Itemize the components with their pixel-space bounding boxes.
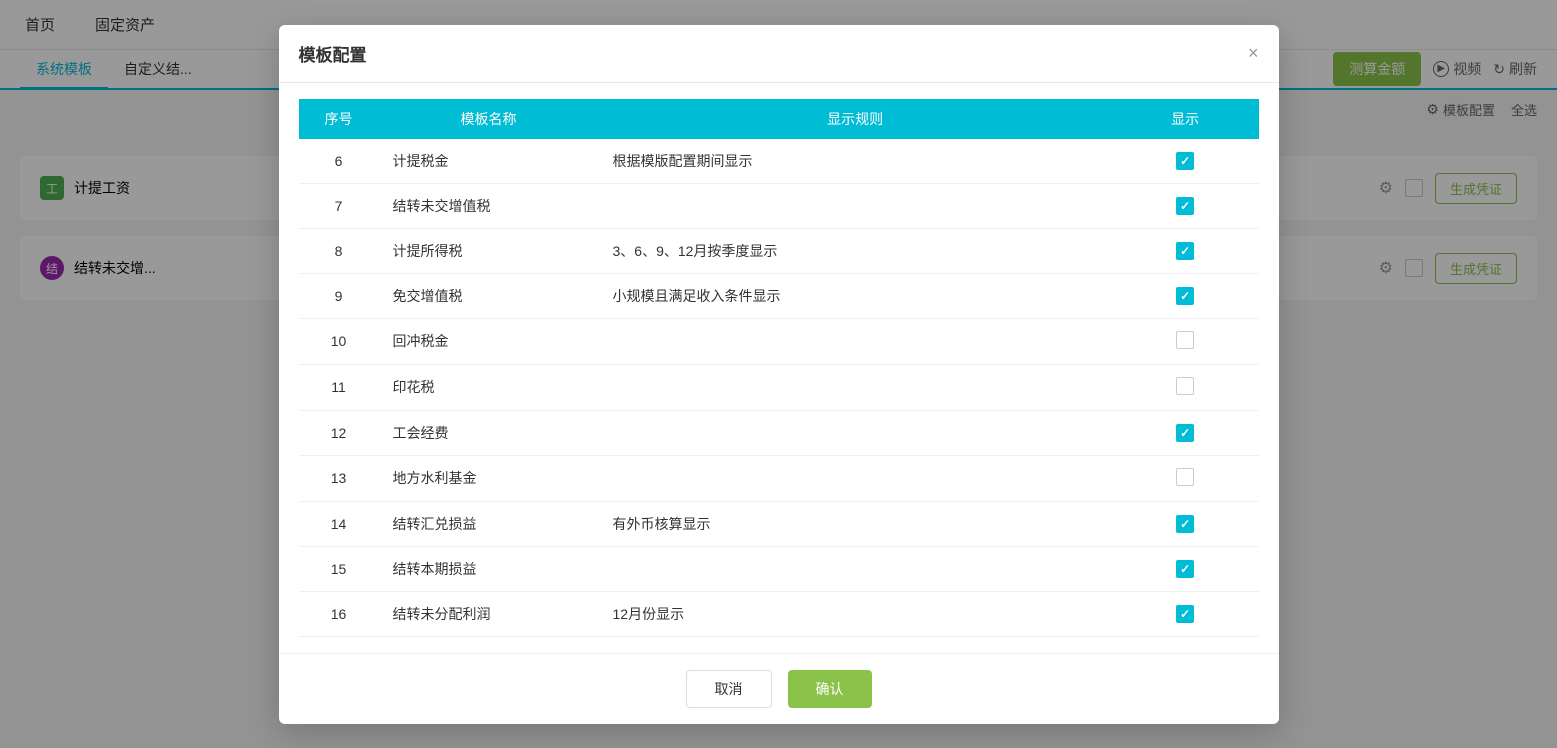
table-row: 6计提税金根据模版配置期间显示 bbox=[299, 139, 1259, 184]
table-row: 11印花税 bbox=[299, 364, 1259, 410]
table-row: 15结转本期损益 bbox=[299, 546, 1259, 591]
checkbox-3[interactable] bbox=[1176, 287, 1194, 305]
config-table: 序号 模板名称 显示规则 显示 6计提税金根据模版配置期间显示7结转未交增值税8… bbox=[299, 99, 1259, 637]
cell-id-0: 6 bbox=[299, 139, 379, 184]
table-row: 13地方水利基金 bbox=[299, 455, 1259, 501]
modal-footer: 取消 确认 bbox=[279, 653, 1279, 724]
cell-check-2 bbox=[1112, 228, 1259, 273]
checkbox-2[interactable] bbox=[1176, 242, 1194, 260]
checkbox-9[interactable] bbox=[1176, 560, 1194, 578]
cell-rule-7 bbox=[599, 455, 1112, 501]
checkbox-6[interactable] bbox=[1176, 424, 1194, 442]
table-body: 6计提税金根据模版配置期间显示7结转未交增值税8计提所得税3、6、9、12月按季… bbox=[299, 139, 1259, 637]
cell-check-7 bbox=[1112, 455, 1259, 501]
table-row: 16结转未分配利润12月份显示 bbox=[299, 591, 1259, 636]
cell-id-7: 13 bbox=[299, 455, 379, 501]
cell-rule-6 bbox=[599, 410, 1112, 455]
cell-check-10 bbox=[1112, 591, 1259, 636]
col-header-rule: 显示规则 bbox=[599, 99, 1112, 139]
modal-body: 序号 模板名称 显示规则 显示 6计提税金根据模版配置期间显示7结转未交增值税8… bbox=[279, 83, 1279, 653]
table-row: 10回冲税金 bbox=[299, 318, 1259, 364]
table-row: 12工会经费 bbox=[299, 410, 1259, 455]
cell-id-6: 12 bbox=[299, 410, 379, 455]
cell-name-6: 工会经费 bbox=[379, 410, 599, 455]
cell-name-4: 回冲税金 bbox=[379, 318, 599, 364]
cell-id-10: 16 bbox=[299, 591, 379, 636]
cell-id-2: 8 bbox=[299, 228, 379, 273]
cell-rule-10: 12月份显示 bbox=[599, 591, 1112, 636]
cell-name-2: 计提所得税 bbox=[379, 228, 599, 273]
checkbox-8[interactable] bbox=[1176, 515, 1194, 533]
cell-check-8 bbox=[1112, 501, 1259, 546]
template-config-modal: 模板配置 × 序号 模板名称 显示规则 显示 6计提税金根据模版配置期间显示7结… bbox=[279, 25, 1279, 724]
cell-id-9: 15 bbox=[299, 546, 379, 591]
cell-rule-0: 根据模版配置期间显示 bbox=[599, 139, 1112, 184]
cell-rule-4 bbox=[599, 318, 1112, 364]
table-row: 8计提所得税3、6、9、12月按季度显示 bbox=[299, 228, 1259, 273]
cell-name-9: 结转本期损益 bbox=[379, 546, 599, 591]
checkbox-1[interactable] bbox=[1176, 197, 1194, 215]
col-header-id: 序号 bbox=[299, 99, 379, 139]
cancel-button[interactable]: 取消 bbox=[686, 670, 772, 708]
col-header-display: 显示 bbox=[1112, 99, 1259, 139]
cell-id-1: 7 bbox=[299, 183, 379, 228]
modal-title: 模板配置 bbox=[299, 41, 367, 66]
cell-check-0 bbox=[1112, 139, 1259, 184]
checkbox-7[interactable] bbox=[1176, 468, 1194, 486]
cell-rule-8: 有外币核算显示 bbox=[599, 501, 1112, 546]
cell-id-3: 9 bbox=[299, 273, 379, 318]
cell-name-1: 结转未交增值税 bbox=[379, 183, 599, 228]
cell-name-7: 地方水利基金 bbox=[379, 455, 599, 501]
checkbox-10[interactable] bbox=[1176, 605, 1194, 623]
cell-rule-5 bbox=[599, 364, 1112, 410]
cell-name-8: 结转汇兑损益 bbox=[379, 501, 599, 546]
cell-id-8: 14 bbox=[299, 501, 379, 546]
cell-name-0: 计提税金 bbox=[379, 139, 599, 184]
cell-id-4: 10 bbox=[299, 318, 379, 364]
cell-name-10: 结转未分配利润 bbox=[379, 591, 599, 636]
modal-header: 模板配置 × bbox=[279, 25, 1279, 83]
cell-rule-2: 3、6、9、12月按季度显示 bbox=[599, 228, 1112, 273]
cell-check-4 bbox=[1112, 318, 1259, 364]
cell-check-5 bbox=[1112, 364, 1259, 410]
table-row: 9免交增值税小规模且满足收入条件显示 bbox=[299, 273, 1259, 318]
checkbox-5[interactable] bbox=[1176, 377, 1194, 395]
cell-check-6 bbox=[1112, 410, 1259, 455]
cell-rule-9 bbox=[599, 546, 1112, 591]
cell-check-1 bbox=[1112, 183, 1259, 228]
cell-name-3: 免交增值税 bbox=[379, 273, 599, 318]
modal-close-button[interactable]: × bbox=[1248, 44, 1259, 62]
checkbox-4[interactable] bbox=[1176, 331, 1194, 349]
cell-rule-1 bbox=[599, 183, 1112, 228]
checkbox-0[interactable] bbox=[1176, 152, 1194, 170]
table-header: 序号 模板名称 显示规则 显示 bbox=[299, 99, 1259, 139]
cell-check-9 bbox=[1112, 546, 1259, 591]
cell-id-5: 11 bbox=[299, 364, 379, 410]
confirm-button[interactable]: 确认 bbox=[788, 670, 872, 708]
cell-name-5: 印花税 bbox=[379, 364, 599, 410]
cell-rule-3: 小规模且满足收入条件显示 bbox=[599, 273, 1112, 318]
table-row: 7结转未交增值税 bbox=[299, 183, 1259, 228]
modal-overlay: 模板配置 × 序号 模板名称 显示规则 显示 6计提税金根据模版配置期间显示7结… bbox=[0, 0, 1557, 748]
cell-check-3 bbox=[1112, 273, 1259, 318]
table-row: 14结转汇兑损益有外币核算显示 bbox=[299, 501, 1259, 546]
col-header-name: 模板名称 bbox=[379, 99, 599, 139]
